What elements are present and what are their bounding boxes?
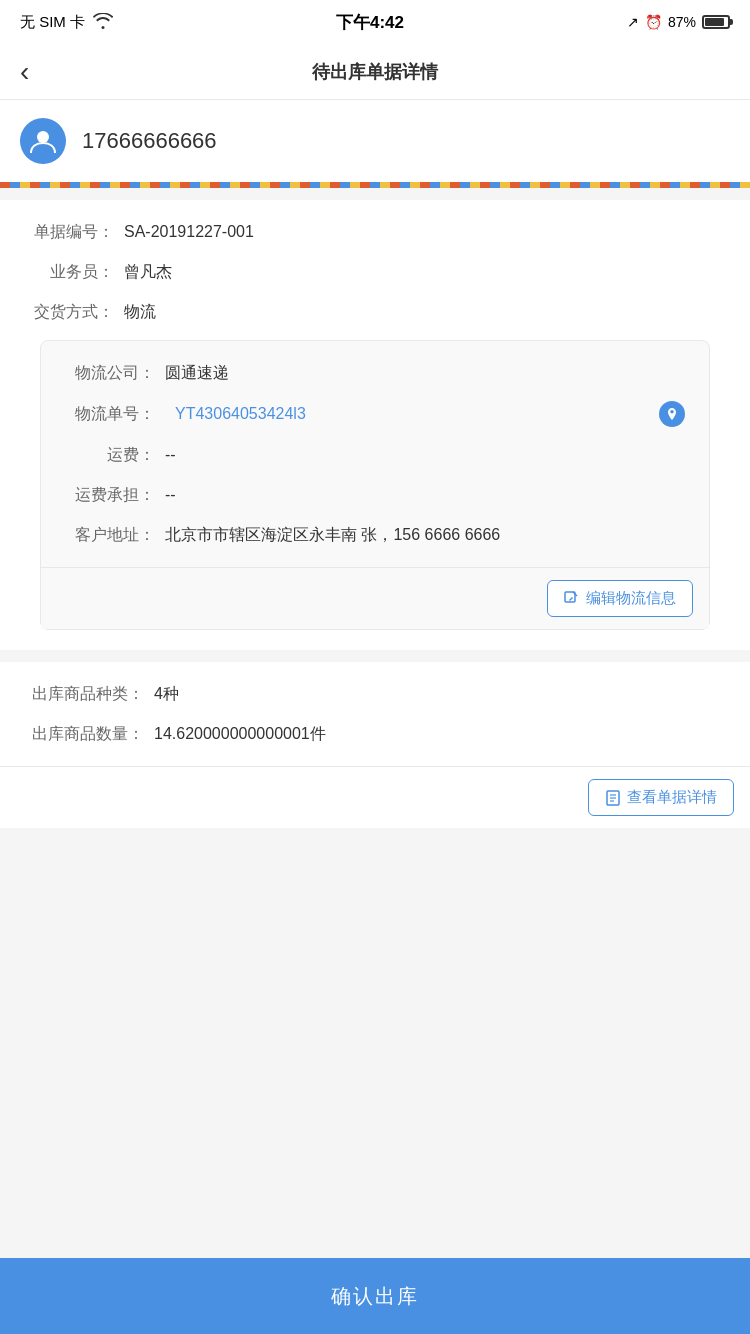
address-value: 北京市市辖区海淀区永丰南 张，156 6666 6666: [165, 523, 685, 547]
logistics-card: 物流公司： 圆通速递 物流单号： YT43064053424l3 运费: [40, 340, 710, 630]
freight-row: 运费： --: [65, 443, 685, 467]
tracking-label: 物流单号：: [65, 402, 155, 426]
svg-point-0: [37, 131, 49, 143]
goods-quantity-value: 14.620000000000001件: [154, 722, 726, 746]
wifi-icon: [93, 13, 113, 32]
goods-type-row: 出库商品种类： 4种: [24, 682, 726, 706]
goods-type-value: 4种: [154, 682, 726, 706]
battery-percent: 87%: [668, 14, 696, 30]
status-time: 下午4:42: [336, 11, 404, 34]
content-area: 17666666666 单据编号： SA-20191227-001 业务员： 曾…: [0, 100, 750, 928]
edit-logistics-label: 编辑物流信息: [586, 589, 676, 608]
edit-logistics-button[interactable]: 编辑物流信息: [547, 580, 693, 617]
goods-quantity-label: 出库商品数量：: [24, 722, 144, 746]
salesperson-label: 业务员：: [24, 260, 114, 284]
location-pin-icon[interactable]: [659, 401, 685, 427]
logistics-company-row: 物流公司： 圆通速递: [65, 361, 685, 385]
salesperson-value: 曾凡杰: [124, 260, 726, 284]
battery-icon: [702, 15, 730, 29]
confirm-button-label: 确认出库: [331, 1283, 419, 1310]
freight-bearer-label: 运费承担：: [65, 483, 155, 507]
view-btn-row: 查看单据详情: [0, 766, 750, 828]
back-button[interactable]: ‹: [20, 56, 29, 88]
edit-icon: [564, 591, 580, 607]
delivery-row: 交货方式： 物流: [24, 300, 726, 324]
alarm-icon: ⏰: [645, 14, 662, 30]
view-details-button[interactable]: 查看单据详情: [588, 779, 734, 816]
confirm-bar[interactable]: 确认出库: [0, 1258, 750, 1334]
freight-bearer-value: --: [165, 483, 685, 507]
tracking-value: YT43064053424l3: [175, 402, 649, 426]
goods-quantity-row: 出库商品数量： 14.620000000000001件: [24, 722, 726, 746]
freight-bearer-row: 运费承担： --: [65, 483, 685, 507]
color-divider: [0, 182, 750, 188]
freight-label: 运费：: [65, 443, 155, 467]
status-bar: 无 SIM 卡 下午4:42 ↗ ⏰ 87%: [0, 0, 750, 44]
address-label: 客户地址：: [65, 523, 155, 547]
delivery-value: 物流: [124, 300, 726, 324]
goods-section: 出库商品种类： 4种 出库商品数量： 14.620000000000001件 查…: [0, 662, 750, 828]
avatar: [20, 118, 66, 164]
logistics-company-label: 物流公司：: [65, 361, 155, 385]
document-icon: [605, 790, 621, 806]
doc-number-row: 单据编号： SA-20191227-001: [24, 220, 726, 244]
nav-bar: ‹ 待出库单据详情: [0, 44, 750, 100]
freight-value: --: [165, 443, 685, 467]
location-icon: ↗: [627, 14, 639, 30]
delivery-label: 交货方式：: [24, 300, 114, 324]
edit-btn-row: 编辑物流信息: [41, 567, 709, 629]
order-info-section: 单据编号： SA-20191227-001 业务员： 曾凡杰 交货方式： 物流 …: [0, 200, 750, 650]
customer-header: 17666666666: [0, 100, 750, 182]
carrier-label: 无 SIM 卡: [20, 13, 85, 32]
salesperson-row: 业务员： 曾凡杰: [24, 260, 726, 284]
view-details-label: 查看单据详情: [627, 788, 717, 807]
doc-number-value: SA-20191227-001: [124, 220, 726, 244]
tracking-row: 物流单号： YT43064053424l3: [65, 401, 685, 427]
customer-phone: 17666666666: [82, 128, 217, 154]
address-row: 客户地址： 北京市市辖区海淀区永丰南 张，156 6666 6666: [65, 523, 685, 547]
doc-number-label: 单据编号：: [24, 220, 114, 244]
logistics-company-value: 圆通速递: [165, 361, 685, 385]
goods-type-label: 出库商品种类：: [24, 682, 144, 706]
page-title: 待出库单据详情: [312, 60, 438, 84]
